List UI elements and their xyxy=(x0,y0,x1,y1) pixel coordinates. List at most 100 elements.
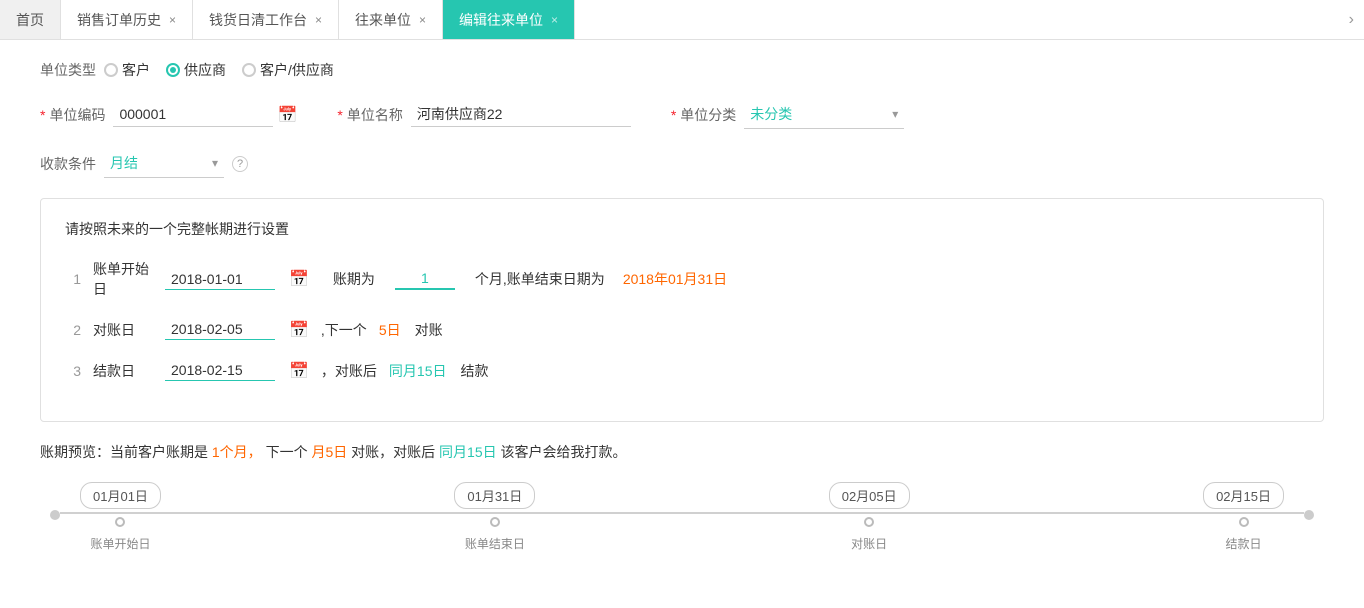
preview-period-highlight: 1个月， xyxy=(212,444,262,460)
tab-close-edit-counterparty[interactable]: × xyxy=(551,13,558,27)
tab-close-cashflow[interactable]: × xyxy=(315,13,322,27)
unit-name-input[interactable] xyxy=(411,102,631,127)
payment-terms-row: 收款条件 月结 ▾ ? xyxy=(40,149,1324,178)
unit-code-input[interactable] xyxy=(113,102,273,127)
timeline-line xyxy=(60,512,1304,514)
unit-code-label: 单位编码 xyxy=(49,105,105,125)
preview-payment-highlight: 同月15日 xyxy=(439,444,497,460)
payment-prefix: ，对账后 xyxy=(321,361,377,381)
timeline-label-2: 01月31日 xyxy=(454,482,535,509)
payment-terms-help-icon[interactable]: ? xyxy=(232,156,248,172)
preview-prefix: 账期预览：当前客户账期是 xyxy=(40,444,208,460)
payment-suffix: 结款 xyxy=(461,361,489,381)
timeline-dot-1 xyxy=(115,517,125,527)
unit-info-row: * 单位编码 📅 * 单位名称 * 单位分类 未分类 ▾ xyxy=(40,100,1324,129)
preview-reconcile-prefix: 下一个 xyxy=(266,444,308,460)
row-label-payment-date: 结款日 xyxy=(93,361,153,381)
unit-type-row: 单位类型 客户 供应商 客户/供应商 xyxy=(40,60,1324,80)
timeline-sublabel-4: 结款日 xyxy=(1226,535,1262,552)
radio-customer[interactable]: 客户 xyxy=(104,60,150,80)
unit-type-radio-group: 客户 供应商 客户/供应商 xyxy=(104,60,334,80)
row-number-3: 3 xyxy=(65,363,81,379)
reconcile-prefix: ,下一个 xyxy=(321,320,367,340)
reconcile-date-input[interactable] xyxy=(165,319,275,340)
start-date-input[interactable] xyxy=(165,269,275,290)
preview-reconcile-highlight: 月5日 xyxy=(311,444,347,460)
tab-counterparty[interactable]: 往来单位 × xyxy=(339,0,443,39)
unit-category-dropdown-icon: ▾ xyxy=(892,107,898,121)
radio-customer-supplier[interactable]: 客户/供应商 xyxy=(242,60,334,80)
row-number-1: 1 xyxy=(65,271,81,287)
unit-code-calendar-icon[interactable]: 📅 xyxy=(277,105,297,125)
preview-suffix: 该客户会给我打款。 xyxy=(501,444,627,460)
timeline-point-3: 02月05日 对账日 xyxy=(829,482,910,552)
setting-row-3: 3 结款日 📅 ，对账后 同月15日 结款 xyxy=(65,360,1299,381)
timeline-end-dot xyxy=(1304,510,1314,520)
unit-code-group: * 单位编码 📅 xyxy=(40,102,297,127)
timeline-sublabel-2: 账单结束日 xyxy=(465,535,525,552)
unit-type-label: 单位类型 xyxy=(40,60,96,80)
tab-close-sales-history[interactable]: × xyxy=(169,13,176,27)
reconcile-date-calendar-icon[interactable]: 📅 xyxy=(289,320,309,340)
period-prefix-text: 账期为 xyxy=(333,269,375,289)
timeline-dot-3 xyxy=(864,517,874,527)
timeline-start-dot xyxy=(50,510,60,520)
period-settings-box: 请按照未来的一个完整帐期进行设置 1 账单开始日 📅 账期为 个月,账单结束日期… xyxy=(40,198,1324,422)
timeline-point-4: 02月15日 结款日 xyxy=(1203,482,1284,552)
unit-name-group: * 单位名称 xyxy=(337,102,630,127)
section-title: 请按照未来的一个完整帐期进行设置 xyxy=(65,219,1299,239)
reconcile-day-highlight: 5日 xyxy=(379,320,401,340)
timeline-sublabel-1: 账单开始日 xyxy=(90,535,150,552)
radio-supplier[interactable]: 供应商 xyxy=(166,60,226,80)
timeline-dot-4 xyxy=(1239,517,1249,527)
unit-category-label: 单位分类 xyxy=(680,105,736,125)
payment-day-highlight: 同月15日 xyxy=(389,361,447,381)
tab-edit-counterparty[interactable]: 编辑往来单位 × xyxy=(443,0,575,39)
timeline-label-1: 01月01日 xyxy=(80,482,161,509)
payment-terms-value: 月结 xyxy=(110,153,204,173)
main-content: 单位类型 客户 供应商 客户/供应商 * 单位编码 📅 * 单位名称 xyxy=(0,40,1364,608)
timeline-point-2: 01月31日 账单结束日 xyxy=(454,482,535,552)
payment-date-calendar-icon[interactable]: 📅 xyxy=(289,361,309,381)
period-end-date-highlight: 2018年01月31日 xyxy=(623,269,727,289)
tab-cashflow[interactable]: 钱货日清工作台 × xyxy=(193,0,339,39)
row-label-start-date: 账单开始日 xyxy=(93,259,153,299)
required-star-category: * xyxy=(671,107,676,123)
tab-sales-history[interactable]: 销售订单历史 × xyxy=(61,0,193,39)
timeline-sublabel-3: 对账日 xyxy=(851,535,887,552)
timeline: 01月01日 账单开始日 01月31日 账单结束日 02月05日 对账日 xyxy=(50,482,1314,552)
radio-circle-supplier xyxy=(166,63,180,77)
unit-name-label: 单位名称 xyxy=(347,105,403,125)
period-suffix-text: 个月,账单结束日期为 xyxy=(475,269,605,289)
radio-circle-customer xyxy=(104,63,118,77)
timeline-left-dot xyxy=(50,510,60,520)
timeline-dot-2 xyxy=(490,517,500,527)
setting-row-1: 1 账单开始日 📅 账期为 个月,账单结束日期为 2018年01月31日 xyxy=(65,259,1299,299)
unit-category-select[interactable]: 未分类 ▾ xyxy=(744,100,904,129)
unit-category-value: 未分类 xyxy=(750,104,884,124)
payment-date-input[interactable] xyxy=(165,360,275,381)
payment-terms-select[interactable]: 月结 ▾ xyxy=(104,149,224,178)
start-date-calendar-icon[interactable]: 📅 xyxy=(289,269,309,289)
preview-text: 账期预览：当前客户账期是 1个月， 下一个 月5日 对账，对账后 同月15日 该… xyxy=(40,442,1324,462)
timeline-points: 01月01日 账单开始日 01月31日 账单结束日 02月05日 对账日 xyxy=(60,482,1304,552)
timeline-point-1: 01月01日 账单开始日 xyxy=(80,482,161,552)
payment-terms-dropdown-icon: ▾ xyxy=(212,156,218,170)
tab-close-counterparty[interactable]: × xyxy=(419,13,426,27)
required-star-name: * xyxy=(337,107,342,123)
tab-home[interactable]: 首页 xyxy=(0,0,61,39)
timeline-label-3: 02月05日 xyxy=(829,482,910,509)
preview-reconcile-suffix: 对账，对账后 xyxy=(351,444,435,460)
payment-terms-label: 收款条件 xyxy=(40,154,96,174)
period-value-input[interactable] xyxy=(395,268,455,290)
radio-circle-customer-supplier xyxy=(242,63,256,77)
row-label-reconcile-date: 对账日 xyxy=(93,320,153,340)
timeline-section: 01月01日 账单开始日 01月31日 账单结束日 02月05日 对账日 xyxy=(40,482,1324,552)
timeline-right-dot xyxy=(1304,510,1314,520)
tab-overflow-arrow[interactable]: › xyxy=(1339,0,1364,39)
row-number-2: 2 xyxy=(65,322,81,338)
reconcile-suffix: 对账 xyxy=(415,320,443,340)
setting-row-2: 2 对账日 📅 ,下一个 5日 对账 xyxy=(65,319,1299,340)
unit-category-group: * 单位分类 未分类 ▾ xyxy=(671,100,904,129)
tab-bar: 首页 销售订单历史 × 钱货日清工作台 × 往来单位 × 编辑往来单位 × › xyxy=(0,0,1364,40)
